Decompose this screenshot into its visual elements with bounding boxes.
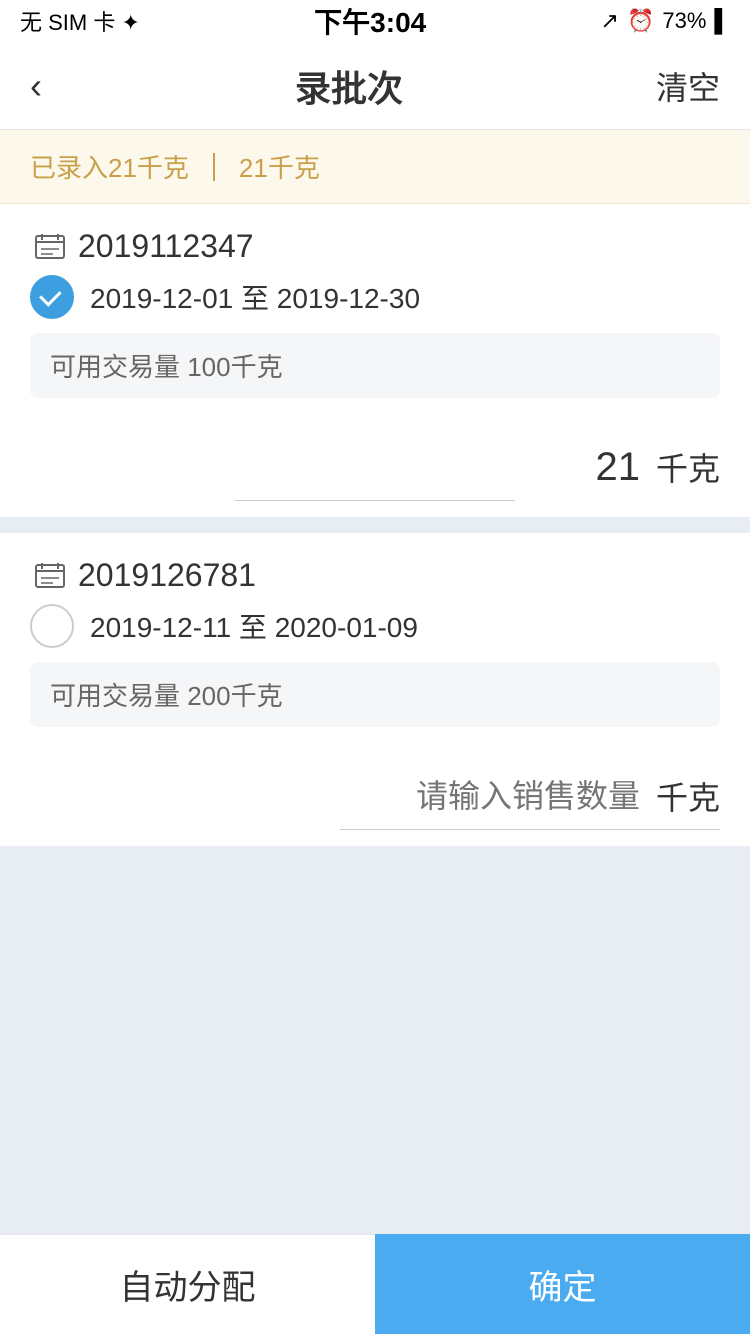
bottom-area [0, 862, 750, 1262]
recorded-amount: 已录入21千克 [30, 148, 189, 185]
no-sim-text: 无 SIM 卡 ✦ [20, 5, 140, 37]
batch-2-date-row[interactable]: 2019-12-11 至 2020-01-09 [30, 604, 720, 648]
confirm-button[interactable]: 确定 [375, 1234, 750, 1334]
batch-1-quantity-value: 21 [595, 445, 640, 490]
auto-assign-button[interactable]: 自动分配 [0, 1234, 375, 1334]
batch-1-id: 2019112347 [78, 228, 254, 265]
batch-1-available: 可用交易量 100千克 [30, 333, 720, 398]
batch-1-date-row[interactable]: 2019-12-01 至 2019-12-30 [30, 275, 720, 319]
batch-icon-1 [30, 229, 70, 265]
alarm-icon: ⏰ [627, 8, 654, 34]
batch-2-divider-container [0, 819, 750, 846]
batch-1-quantity-unit: 千克 [656, 444, 720, 490]
section-separator [0, 517, 750, 533]
clear-button[interactable]: 清空 [656, 63, 720, 109]
batch-1-divider [235, 500, 515, 501]
batch-1-date: 2019-12-01 至 2019-12-30 [90, 277, 420, 317]
battery-icon: ▌ [714, 8, 730, 34]
batch-item-1: 2019112347 2019-12-01 至 2019-12-30 可用交易量… [0, 204, 750, 424]
location-icon: ↗ [601, 8, 619, 34]
status-left: 无 SIM 卡 ✦ [20, 5, 140, 37]
batch-2-id: 2019126781 [78, 557, 256, 594]
banner-divider [213, 153, 215, 181]
batch-1-quantity-row: 21 千克 [0, 424, 750, 490]
battery-text: 73% [662, 8, 706, 34]
back-button[interactable]: ‹ [30, 65, 42, 107]
total-amount: 21千克 [239, 148, 320, 185]
info-banner: 已录入21千克 21千克 [0, 130, 750, 204]
batch-item-2: 2019126781 2019-12-11 至 2020-01-09 可用交易量… [0, 533, 750, 753]
quantity-input[interactable] [340, 778, 640, 815]
status-time: 下午3:04 [314, 1, 426, 41]
batch-2-radio[interactable] [30, 604, 74, 648]
status-right: ↗ ⏰ 73% ▌ [601, 8, 730, 34]
batch-2-available: 可用交易量 200千克 [30, 662, 720, 727]
batch-1-divider-container [0, 490, 750, 517]
page-title: 录批次 [295, 60, 403, 112]
batch-2-divider [340, 829, 720, 830]
batch-2-header: 2019126781 [30, 557, 720, 594]
section-separator-2 [0, 846, 750, 862]
status-bar: 无 SIM 卡 ✦ 下午3:04 ↗ ⏰ 73% ▌ [0, 0, 750, 42]
batch-icon-2 [30, 558, 70, 594]
batch-1-radio[interactable] [30, 275, 74, 319]
batch-2-date: 2019-12-11 至 2020-01-09 [90, 606, 418, 646]
batch-1-header: 2019112347 [30, 228, 720, 265]
batch-2-input-row: 千克 [0, 753, 750, 819]
footer: 自动分配 确定 [0, 1234, 750, 1334]
nav-bar: ‹ 录批次 清空 [0, 42, 750, 130]
input-unit: 千克 [656, 773, 720, 819]
